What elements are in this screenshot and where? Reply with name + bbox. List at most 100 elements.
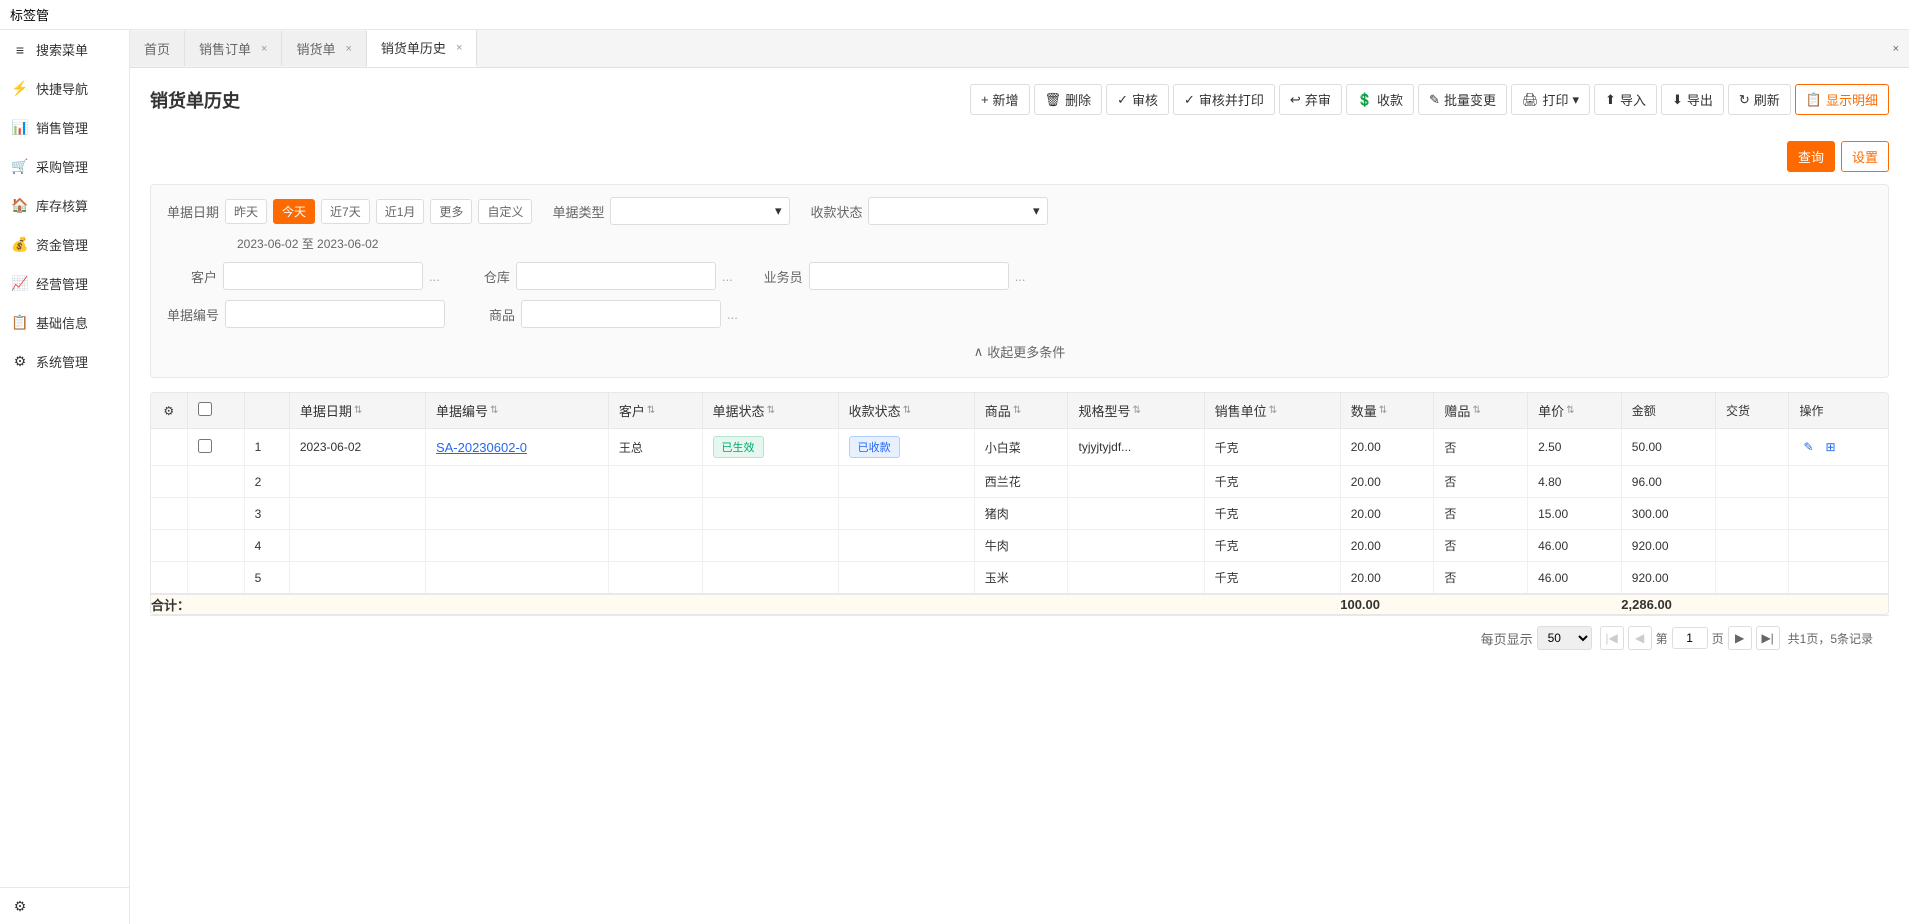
tab-sales-goods[interactable]: 销货单 × <box>282 31 366 66</box>
batch-change-button[interactable]: ✎ 批量变更 <box>1418 84 1507 115</box>
row-checkbox[interactable] <box>198 439 212 453</box>
sidebar-item-ops-mgmt[interactable]: 📈 经营管理 <box>0 264 129 303</box>
abandon-button[interactable]: ↩ 弃审 <box>1279 84 1342 115</box>
sidebar-item-quick-nav[interactable]: ⚡ 快捷导航 <box>0 69 129 108</box>
th-date[interactable]: 单据日期⇅ <box>289 393 425 429</box>
date-7days[interactable]: 近7天 <box>321 199 370 224</box>
goods-dots[interactable]: ... <box>727 307 738 322</box>
tab-sales-history-close[interactable]: × <box>456 42 462 54</box>
edit-button[interactable]: ✎ <box>1799 438 1817 456</box>
td-qty: 20.00 <box>1340 498 1434 530</box>
page-last-btn[interactable]: ▶| <box>1756 626 1780 650</box>
plus-icon: + <box>981 92 989 107</box>
tab-close-all[interactable]: × <box>1883 43 1909 55</box>
th-doc-status[interactable]: 单据状态⇅ <box>702 393 838 429</box>
th-doc-no[interactable]: 单据编号⇅ <box>425 393 608 429</box>
sidebar-item-sys-mgmt[interactable]: ⚙ 系统管理 <box>0 342 129 381</box>
td-unit: 千克 <box>1204 466 1340 498</box>
settings-button[interactable]: 设置 <box>1841 141 1889 172</box>
td-doc-no <box>425 562 608 595</box>
doc-no-link[interactable]: SA-20230602-0 <box>436 440 527 455</box>
doc-type-select[interactable]: ▾ <box>610 197 790 225</box>
page-size-select[interactable]: 50 100 200 <box>1537 626 1592 650</box>
td-spec <box>1068 466 1204 498</box>
td-gear <box>151 466 187 498</box>
td-doc-status <box>702 498 838 530</box>
tab-home[interactable]: 首页 <box>130 31 185 66</box>
tab-sales-history[interactable]: 销货单历史 × <box>367 30 477 67</box>
collect-button[interactable]: 💲 收款 <box>1346 84 1414 115</box>
td-actions: ✎⊞ <box>1789 429 1888 466</box>
page-title: 销货单历史 <box>150 87 240 113</box>
pay-status-label: 收款状态 <box>810 202 862 221</box>
date-more[interactable]: 更多 <box>430 199 472 224</box>
doc-no-input[interactable] <box>225 300 445 328</box>
pay-status-select[interactable]: ▾ <box>868 197 1048 225</box>
td-gear <box>151 562 187 595</box>
th-price[interactable]: 单价⇅ <box>1528 393 1622 429</box>
refresh-button[interactable]: ↻ 刷新 <box>1728 84 1791 115</box>
sidebar-item-finance-mgmt[interactable]: 💰 资金管理 <box>0 225 129 264</box>
show-detail-button[interactable]: 📋 显示明细 <box>1795 84 1889 115</box>
sidebar-item-inventory[interactable]: 🏠 库存核算 <box>0 186 129 225</box>
collapse-button[interactable]: ∧ 收起更多条件 <box>970 338 1070 365</box>
tab-sales-goods-close[interactable]: × <box>345 43 351 55</box>
td-gift: 否 <box>1434 562 1528 595</box>
th-qty[interactable]: 数量⇅ <box>1340 393 1434 429</box>
review-print-button[interactable]: ✓ 审核并打印 <box>1173 84 1275 115</box>
warehouse-dots[interactable]: ... <box>722 269 733 284</box>
customer-dots[interactable]: ... <box>429 269 440 284</box>
sidebar-bottom-btn1[interactable]: ⚙ <box>0 888 129 924</box>
sidebar-item-purchase-mgmt[interactable]: 🛒 采购管理 <box>0 147 129 186</box>
td-goods: 玉米 <box>974 562 1068 595</box>
customer-label: 客户 <box>167 267 217 286</box>
td-unit: 千克 <box>1204 530 1340 562</box>
date-custom[interactable]: 自定义 <box>478 199 532 224</box>
customer-input[interactable] <box>223 262 423 290</box>
print-button[interactable]: 🖨 打印 ▾ <box>1511 84 1590 115</box>
export-button[interactable]: ⬇ 导出 <box>1661 84 1724 115</box>
tab-sales-order-close[interactable]: × <box>261 43 267 55</box>
td-date <box>289 498 425 530</box>
warehouse-input[interactable] <box>516 262 716 290</box>
review-button[interactable]: ✓ 审核 <box>1106 84 1169 115</box>
td-unit: 千克 <box>1204 429 1340 466</box>
td-doc-no <box>425 530 608 562</box>
date-today[interactable]: 今天 <box>273 199 315 224</box>
sidebar-item-label: 销售管理 <box>36 118 88 137</box>
td-seq: 4 <box>244 530 289 562</box>
th-pay-status[interactable]: 收款状态⇅ <box>838 393 974 429</box>
salesperson-input[interactable] <box>809 262 1009 290</box>
th-gift[interactable]: 赠品⇅ <box>1434 393 1528 429</box>
page-prev-btn[interactable]: ◀ <box>1628 626 1652 650</box>
import-button[interactable]: ⬆ 导入 <box>1594 84 1657 115</box>
th-goods[interactable]: 商品⇅ <box>974 393 1068 429</box>
delete-button[interactable]: 🗑 删除 <box>1034 84 1103 115</box>
salesperson-dots[interactable]: ... <box>1015 269 1026 284</box>
sidebar-item-basic-info[interactable]: 📋 基础信息 <box>0 303 129 342</box>
sidebar-item-search-menu[interactable]: ≡ 搜索菜单 <box>0 30 129 69</box>
th-spec[interactable]: 规格型号⇅ <box>1068 393 1204 429</box>
tab-sales-order[interactable]: 销售订单 × <box>185 31 282 66</box>
sidebar-item-sales-mgmt[interactable]: 📊 销售管理 <box>0 108 129 147</box>
detail-button[interactable]: ⊞ <box>1822 438 1840 456</box>
date-range-display: 2023-06-02 至 2023-06-02 <box>237 235 378 252</box>
page-input[interactable] <box>1672 627 1708 649</box>
th-actions: 操作 <box>1789 393 1888 429</box>
td-goods: 小白菜 <box>974 429 1068 466</box>
td-seq: 2 <box>244 466 289 498</box>
query-button[interactable]: 查询 <box>1787 141 1835 172</box>
new-button[interactable]: + 新增 <box>970 84 1030 115</box>
page-next-btn[interactable]: ▶ <box>1728 626 1752 650</box>
page-first-btn[interactable]: |◀ <box>1600 626 1624 650</box>
qty-sort-icon: ⇅ <box>1379 405 1387 416</box>
th-customer[interactable]: 客户⇅ <box>608 393 702 429</box>
goods-input[interactable] <box>521 300 721 328</box>
select-all-checkbox[interactable] <box>198 402 212 416</box>
date-1month[interactable]: 近1月 <box>376 199 425 224</box>
delete-icon: 🗑 <box>1045 92 1062 108</box>
th-unit[interactable]: 销售单位⇅ <box>1204 393 1340 429</box>
date-yesterday[interactable]: 昨天 <box>225 199 267 224</box>
td-gear <box>151 530 187 562</box>
export-icon: ⬇ <box>1672 92 1683 108</box>
